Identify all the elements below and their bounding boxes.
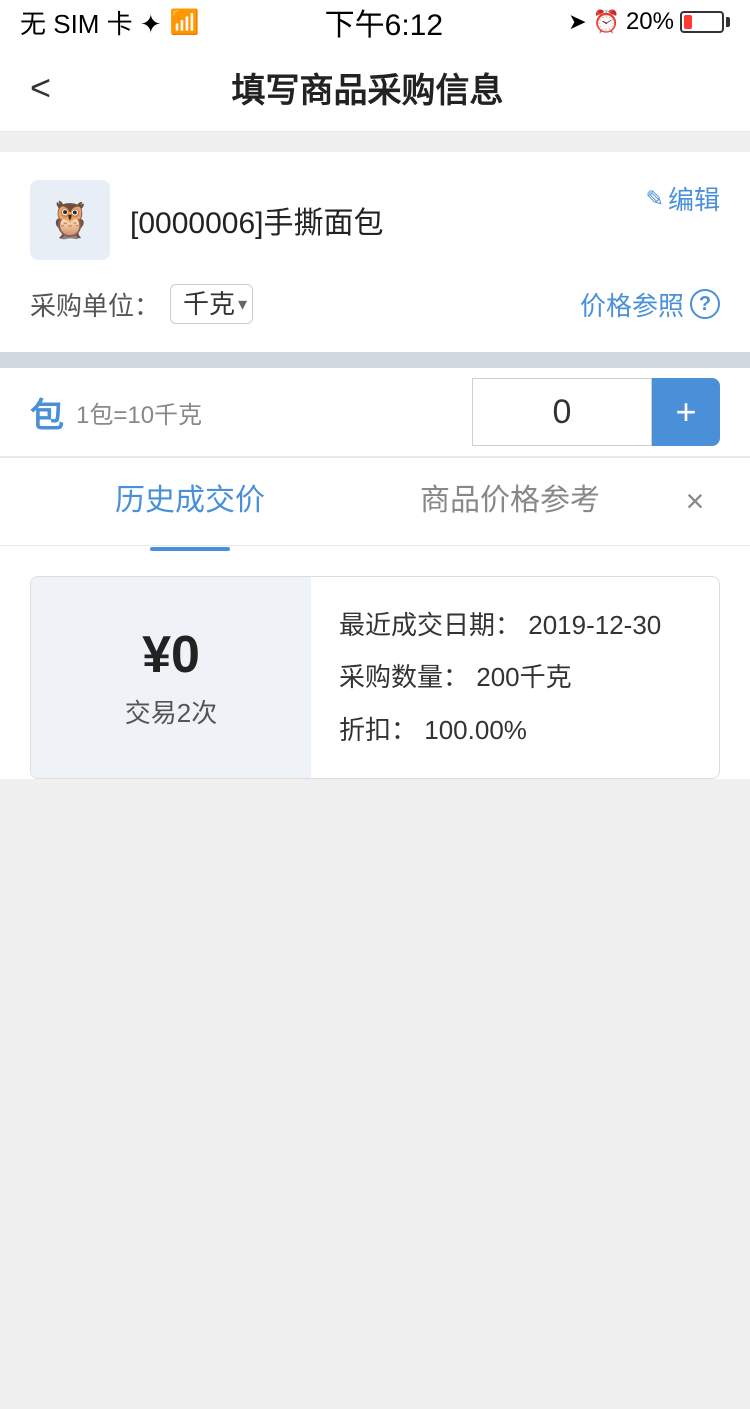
wifi-icon: 📶: [170, 8, 200, 37]
tab-bar: 历史成交价 商品价格参考 ×: [0, 458, 750, 546]
quantity-label: 包 1包=10千克: [30, 388, 202, 437]
bottom-panel: 历史成交价 商品价格参考 × ¥0 交易2次 最近成交日期： 2019-12-3…: [0, 456, 750, 779]
battery-percent: 20%: [626, 8, 674, 36]
section-divider: [0, 352, 750, 368]
help-icon[interactable]: ?: [690, 289, 720, 319]
page-title: 填写商品采购信息: [71, 63, 664, 112]
status-right: ➤ ⏰ 20%: [568, 8, 730, 36]
status-time: 下午6:12: [325, 0, 443, 44]
product-logo-icon: 🦉: [48, 199, 93, 241]
status-bar: 无 SIM 卡 ✦ 📶 下午6:12 ➤ ⏰ 20%: [0, 0, 750, 44]
sim-label: 无 SIM 卡 ✦: [20, 4, 162, 41]
transaction-times: 交易2次: [125, 693, 217, 730]
location-icon: ➤: [568, 9, 586, 35]
quantity-plus-button[interactable]: +: [652, 378, 720, 446]
quantity-conversion: 1包=10千克: [76, 395, 202, 430]
transaction-right: 最近成交日期： 2019-12-30 采购数量： 200千克 折扣： 100.0…: [311, 577, 719, 778]
battery-icon: [680, 11, 730, 33]
unit-select[interactable]: 千克: [170, 284, 253, 324]
tab-history-price[interactable]: 历史成交价: [30, 475, 350, 529]
header: < 填写商品采购信息: [0, 44, 750, 132]
page-background: [0, 809, 750, 1409]
recent-date-value: 2019-12-30: [528, 610, 661, 640]
quantity-row: 包 1包=10千克 0 +: [0, 368, 750, 456]
discount-value: 100.00%: [424, 715, 527, 745]
alarm-icon: ⏰: [593, 9, 620, 35]
transaction-recent-date: 最近成交日期： 2019-12-30: [339, 607, 691, 643]
product-name: [0000006]手撕面包: [130, 198, 383, 242]
back-button[interactable]: <: [30, 67, 51, 109]
unit-row: 采购单位： 千克: [30, 284, 253, 324]
transaction-discount: 折扣： 100.00%: [339, 712, 691, 748]
quantity-unit-badge: 包: [30, 388, 64, 437]
transaction-left: ¥0 交易2次: [31, 577, 311, 778]
transaction-price: ¥0: [142, 625, 200, 685]
recent-date-label: 最近成交日期：: [339, 610, 521, 640]
product-left: 🦉 [0000006]手撕面包: [30, 180, 383, 260]
quantity-input[interactable]: 0: [472, 378, 652, 446]
price-ref-label: 价格参照: [580, 286, 684, 323]
status-left: 无 SIM 卡 ✦ 📶: [20, 4, 200, 41]
product-bottom: 采购单位： 千克 价格参照 ?: [30, 284, 720, 324]
discount-label: 折扣：: [339, 715, 417, 745]
edit-button[interactable]: ✎ 编辑: [646, 180, 720, 217]
quantity-detail-value: 200千克: [476, 662, 571, 692]
tab-close-button[interactable]: ×: [670, 477, 720, 527]
tab-price-reference[interactable]: 商品价格参考: [350, 475, 670, 529]
transaction-card: ¥0 交易2次 最近成交日期： 2019-12-30 采购数量： 200千克 折…: [30, 576, 720, 779]
product-card: 🦉 [0000006]手撕面包 ✎ 编辑 采购单位： 千克 价格参照 ?: [0, 152, 750, 352]
quantity-controls: 0 +: [472, 378, 720, 446]
unit-select-wrap[interactable]: 千克: [170, 284, 253, 324]
transaction-quantity: 采购数量： 200千克: [339, 659, 691, 695]
product-top: 🦉 [0000006]手撕面包 ✎ 编辑: [30, 180, 720, 260]
edit-label: 编辑: [668, 180, 720, 217]
unit-label: 采购单位：: [30, 286, 160, 323]
edit-icon: ✎: [646, 186, 664, 212]
quantity-detail-label: 采购数量：: [339, 662, 469, 692]
price-ref-button[interactable]: 价格参照 ?: [580, 286, 720, 323]
product-thumbnail: 🦉: [30, 180, 110, 260]
